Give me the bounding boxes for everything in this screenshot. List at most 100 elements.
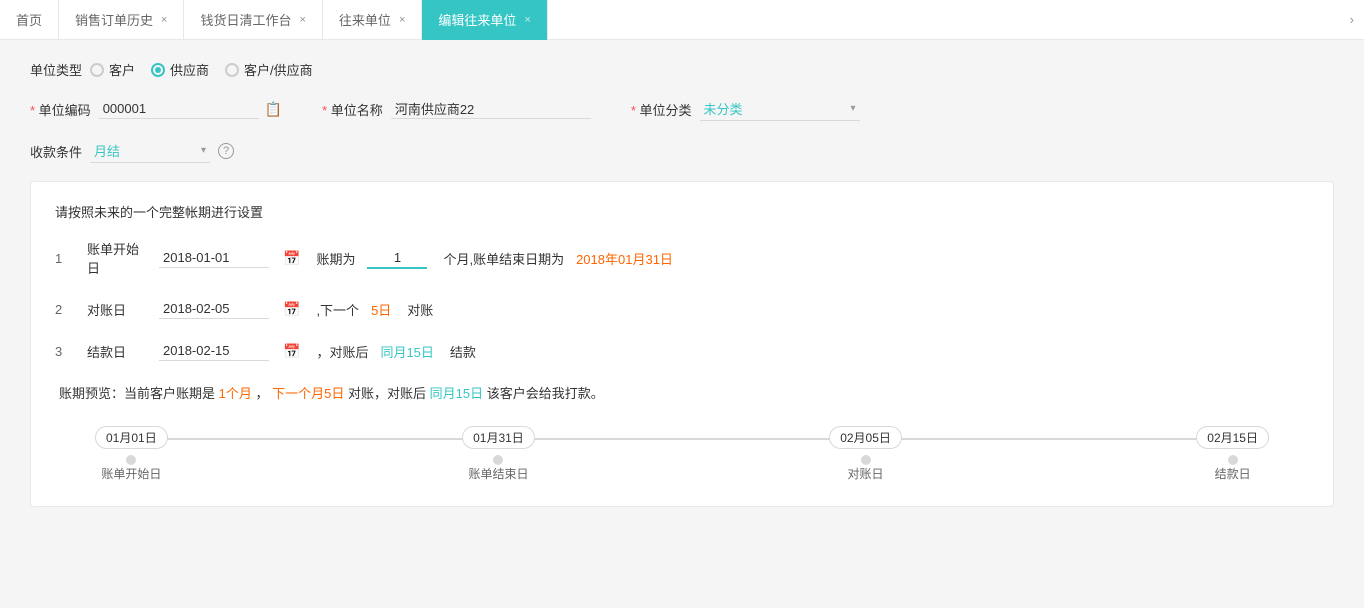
unit-type-label: 单位类型 [30,60,82,79]
unit-category-group: 单位分类 未分类 ▾ [631,97,860,121]
main-content: 单位类型 客户 供应商 客户/供应商 单位编码 📋 单位名称 [0,40,1364,608]
preview-prefix: 账期预览：当前客户账期是 [59,386,215,401]
tab-edit-counterpart-label: 编辑往来单位 [438,10,516,29]
timeline-point-4: 02月15日 结款日 [1196,426,1269,482]
tab-cash-ledger-label: 钱货日清工作台 [200,10,291,29]
preview-suffix: 该客户会给我打款。 [487,386,604,401]
timeline-sublabel-1: 账单开始日 [101,465,161,482]
tab-cash-ledger[interactable]: 钱货日清工作台 × [184,0,322,40]
radio-supplier-label: 供应商 [170,60,209,79]
preview-text: 账期预览：当前客户账期是 1个月 ， 下一个月5日 对账，对账后 同月15日 该… [55,383,1309,402]
tab-home-label: 首页 [16,10,42,29]
unit-type-radio-group: 客户 供应商 客户/供应商 [90,60,313,79]
timeline-point-3: 02月05日 对账日 [829,426,902,482]
preview-part1: 1个月 [219,386,252,401]
timeline-point-1: 01月01日 账单开始日 [95,426,168,482]
unit-category-arrow-icon: ▾ [850,103,855,114]
unit-code-icon[interactable]: 📋 [265,101,282,118]
period-row-3: 3 结款日 📅 ，对账后 同月15日 结款 [55,341,1309,361]
period-row-3-num: 3 [55,344,75,359]
period-row-1-label: 账单开始日 [87,239,147,277]
tabs-expand-button[interactable]: › [1340,12,1364,27]
preview-middle: ， [256,386,269,401]
period-row-2-cal-icon[interactable]: 📅 [283,301,300,318]
preview-part3: 同月15日 [430,386,483,401]
period-row-1-desc-before: 账期为 [316,249,355,268]
period-row-3-desc-after: 结款 [450,342,476,361]
period-row-2-desc-after: 对账 [407,300,433,319]
period-row-3-date-input[interactable] [159,341,269,361]
radio-customer-circle [90,63,104,77]
tab-sales-history[interactable]: 销售订单历史 × [59,0,184,40]
tab-home[interactable]: 首页 [0,0,59,40]
period-row-3-desc-before: ，对账后 [316,342,368,361]
unit-name-input[interactable] [391,99,591,119]
period-row-3-highlight: 同月15日 [380,342,433,361]
radio-customer-supplier-circle [225,63,239,77]
timeline-label-2: 01月31日 [462,426,535,449]
period-row-1-date-input[interactable] [159,248,269,268]
payment-terms-row: 收款条件 月结 ▾ ? [30,139,1334,163]
period-row-3-cal-icon[interactable]: 📅 [283,343,300,360]
tab-counterparts-label: 往来单位 [339,10,391,29]
radio-supplier[interactable]: 供应商 [151,60,209,79]
period-row-1: 1 账单开始日 📅 账期为 个月,账单结束日期为 2018年01月31日 [55,239,1309,277]
timeline-dot-3 [861,455,871,465]
period-row-2-label: 对账日 [87,300,147,319]
radio-customer-label: 客户 [109,60,135,79]
preview-part2: 下一个月5日 [272,386,344,401]
timeline-points: 01月01日 账单开始日 01月31日 账单结束日 02月05日 对账日 02月… [95,426,1269,482]
period-card-title: 请按照未来的一个完整帐期进行设置 [55,202,1309,221]
radio-supplier-circle [151,63,165,77]
unit-info-row: 单位编码 📋 单位名称 单位分类 未分类 ▾ [30,97,1334,121]
timeline-dot-2 [493,455,503,465]
unit-name-label: 单位名称 [322,100,383,119]
tab-cash-ledger-close[interactable]: × [299,14,305,26]
unit-category-value: 未分类 [704,99,847,118]
period-row-2-highlight: 5日 [371,300,391,319]
period-row-2-date-input[interactable] [159,299,269,319]
timeline-label-3: 02月05日 [829,426,902,449]
unit-code-group: 单位编码 📋 [30,99,282,119]
unit-type-row: 单位类型 客户 供应商 客户/供应商 [30,60,1334,79]
radio-customer-supplier-label: 客户/供应商 [244,60,313,79]
preview-middle2: 对账，对账后 [348,386,426,401]
unit-category-select[interactable]: 未分类 ▾ [700,97,860,121]
unit-code-input[interactable] [99,99,259,119]
radio-customer[interactable]: 客户 [90,60,135,79]
tabs-bar: 首页 销售订单历史 × 钱货日清工作台 × 往来单位 × 编辑往来单位 × › [0,0,1364,40]
period-row-1-cal-icon[interactable]: 📅 [283,250,300,267]
period-row-1-end-date: 2018年01月31日 [576,249,673,268]
payment-terms-value: 月结 [94,141,197,160]
payment-terms-help-icon[interactable]: ? [218,143,234,159]
timeline-dot-1 [126,455,136,465]
tab-counterparts-close[interactable]: × [399,14,405,26]
period-row-2-num: 2 [55,302,75,317]
tab-edit-counterpart-close[interactable]: × [524,14,530,26]
timeline-sublabel-3: 对账日 [848,465,884,482]
timeline-label-4: 02月15日 [1196,426,1269,449]
timeline-container: 01月01日 账单开始日 01月31日 账单结束日 02月05日 对账日 02月… [55,426,1309,482]
unit-category-label: 单位分类 [631,100,692,119]
period-row-3-label: 结款日 [87,342,147,361]
payment-terms-arrow-icon: ▾ [201,145,206,156]
timeline-point-2: 01月31日 账单结束日 [462,426,535,482]
tab-sales-history-close[interactable]: × [161,14,167,26]
tab-counterparts[interactable]: 往来单位 × [323,0,422,40]
tab-sales-history-label: 销售订单历史 [75,10,153,29]
period-card: 请按照未来的一个完整帐期进行设置 1 账单开始日 📅 账期为 个月,账单结束日期… [30,181,1334,507]
timeline-sublabel-4: 结款日 [1215,465,1251,482]
payment-terms-select[interactable]: 月结 ▾ [90,139,210,163]
period-row-2: 2 对账日 📅 ,下一个 5日 对账 [55,299,1309,319]
period-row-1-desc-after: 个月,账单结束日期为 [443,249,564,268]
timeline-dot-4 [1228,455,1238,465]
tab-edit-counterpart[interactable]: 编辑往来单位 × [422,0,547,40]
period-row-1-num: 1 [55,251,75,266]
timeline-sublabel-2: 账单结束日 [468,465,528,482]
unit-name-group: 单位名称 [322,99,591,119]
timeline-label-1: 01月01日 [95,426,168,449]
period-row-1-num-input[interactable] [367,248,427,269]
period-row-2-desc-before: ,下一个 [316,300,359,319]
radio-customer-supplier[interactable]: 客户/供应商 [225,60,313,79]
payment-terms-label: 收款条件 [30,142,82,161]
